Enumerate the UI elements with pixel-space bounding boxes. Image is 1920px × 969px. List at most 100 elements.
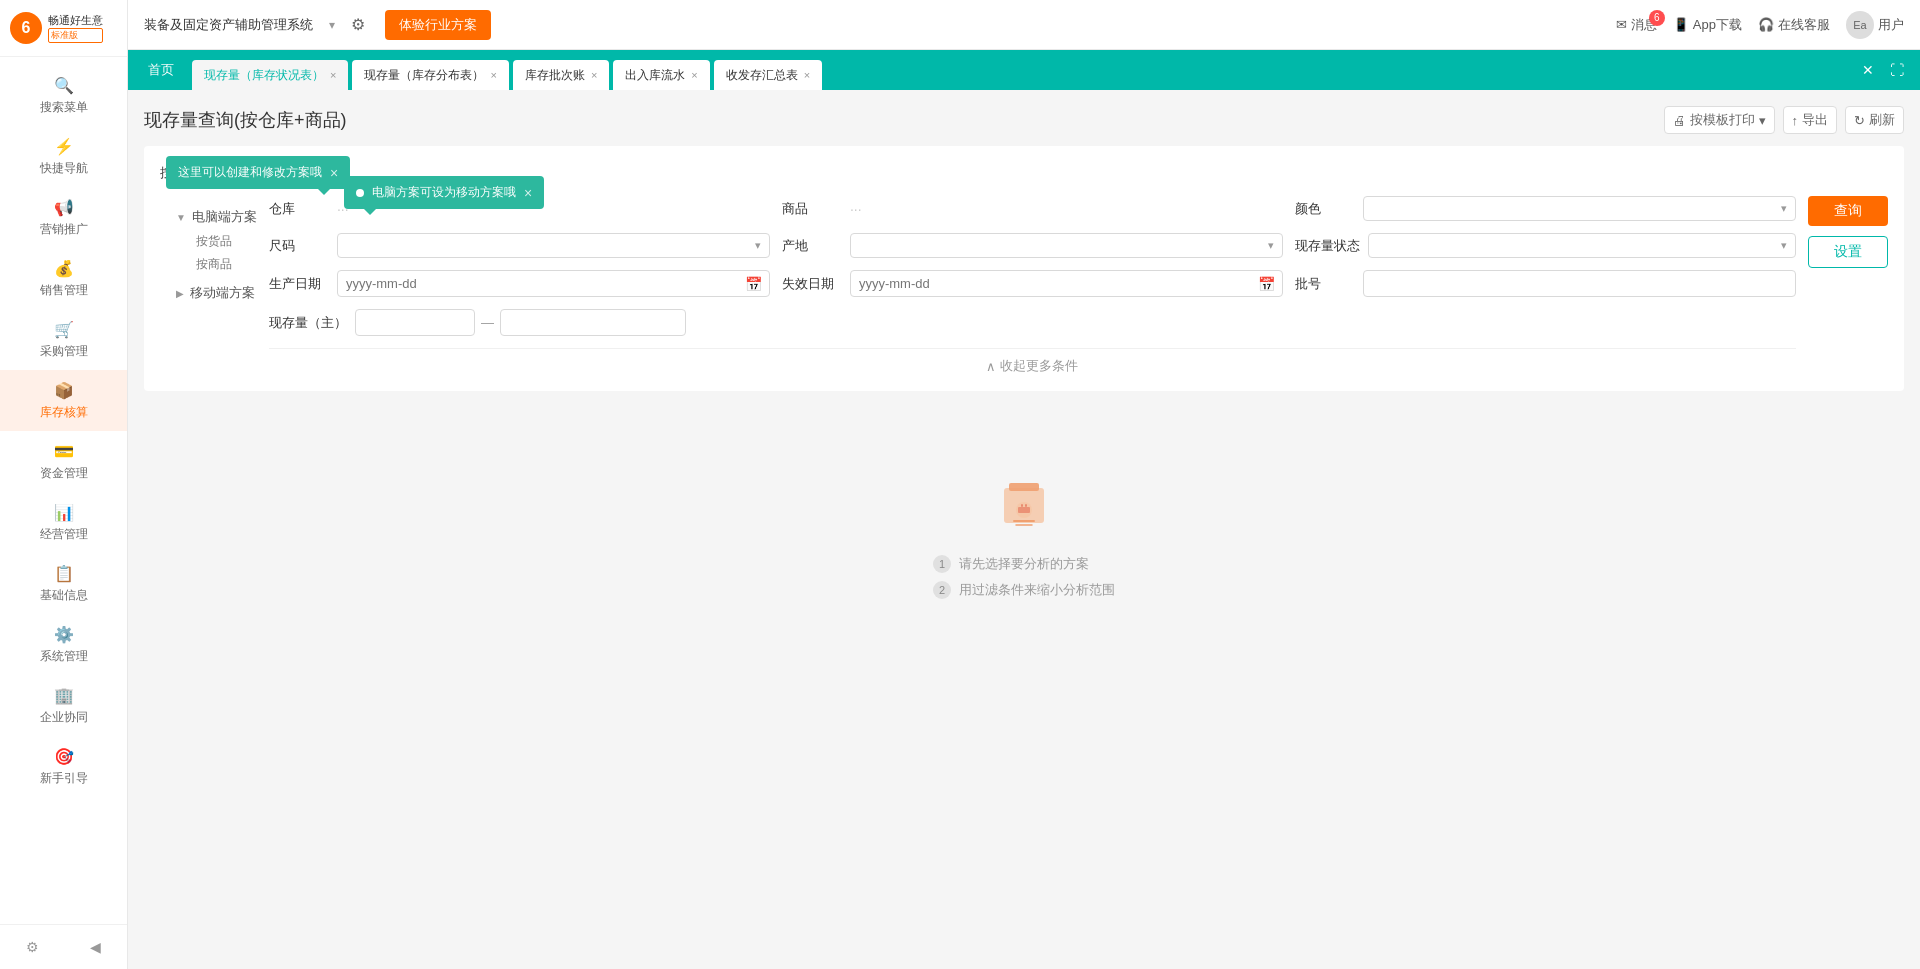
tab-inventory-batch[interactable]: 库存批次账 ×: [513, 60, 609, 90]
online-service-btn[interactable]: 🎧 在线客服: [1758, 16, 1830, 34]
empty-tip-2: 2 用过滤条件来缩小分析范围: [933, 581, 1115, 599]
tooltip-2-close[interactable]: ×: [330, 165, 338, 181]
expand-tabs-icon[interactable]: ⛶: [1886, 58, 1908, 82]
tab-collection-summary-label: 收发存汇总表: [726, 67, 798, 84]
app-download-btn[interactable]: 📱 App下载: [1673, 16, 1742, 34]
expiry-date-input[interactable]: [850, 270, 1283, 297]
tab-home[interactable]: 首页: [132, 50, 190, 90]
print-template-btn[interactable]: 🖨 按模板打印 ▾: [1664, 106, 1775, 134]
pc-scenario-items: 按货品 按商品: [196, 230, 257, 276]
operation-nav-icon: 📊: [54, 502, 74, 522]
finance-nav-label: 资金管理: [40, 465, 88, 482]
inventory-main-to-input[interactable]: [500, 309, 686, 336]
batch-input[interactable]: [1363, 270, 1796, 297]
sidebar-item-inventory[interactable]: 📦 库存核算: [0, 370, 127, 431]
svg-rect-5: [1025, 504, 1027, 507]
svg-rect-1: [1009, 483, 1039, 491]
sidebar-item-quicknav[interactable]: ⚡ 快捷导航: [0, 126, 127, 187]
tab-close-inventory-dist[interactable]: ×: [490, 69, 496, 81]
operation-nav-label: 经营管理: [40, 526, 88, 543]
online-service-label: 在线客服: [1778, 16, 1830, 34]
sidebar-item-sales[interactable]: 💰 销售管理: [0, 248, 127, 309]
tip-num-2: 2: [933, 581, 951, 599]
tab-inventory-dist[interactable]: 现存量（库存分布表） ×: [352, 60, 508, 90]
sidebar-item-purchase[interactable]: 🛒 采购管理: [0, 309, 127, 370]
empty-tips: 1 请先选择要分析的方案 2 用过滤条件来缩小分析范围: [933, 555, 1115, 599]
export-btn[interactable]: ↑ 导出: [1783, 106, 1838, 134]
filter-row-2: 尺码 ▾ 产地 ▾: [269, 233, 1796, 258]
tooltip-1-close[interactable]: ×: [524, 185, 532, 201]
mobile-scenario-group-header[interactable]: ▶ 移动端方案: [176, 280, 257, 306]
svg-rect-3: [1018, 507, 1030, 513]
tab-inventory-status[interactable]: 现存量（库存状况表） ×: [192, 60, 348, 90]
refresh-btn[interactable]: ↻ 刷新: [1845, 106, 1904, 134]
headset-icon: 🎧: [1758, 17, 1774, 32]
inventory-status-select[interactable]: ▾: [1368, 233, 1796, 258]
logo-name: 畅通好生意: [48, 13, 103, 27]
user-avatar-area[interactable]: Ea 用户: [1846, 11, 1904, 39]
tabbar: 首页 现存量（库存状况表） × 现存量（库存分布表） × 库存批次账 × 出入库…: [128, 50, 1920, 90]
settings-icon[interactable]: ⚙: [20, 933, 45, 961]
tab-close-inventory-batch[interactable]: ×: [591, 69, 597, 81]
topbar-settings-icon[interactable]: ⚙: [351, 15, 365, 34]
svg-rect-4: [1021, 504, 1023, 507]
filter-col-color: 颜色 ▾: [1295, 196, 1796, 221]
sidebar: 6 畅通好生意 标准版 🔍 搜索菜单 ⚡ 快捷导航 📢 营销推广 💰 销售管理 …: [0, 0, 128, 969]
scenario-item-2[interactable]: 按商品: [196, 253, 257, 276]
sidebar-item-basic[interactable]: 📋 基础信息: [0, 553, 127, 614]
filter-col-size: 尺码 ▾: [269, 233, 770, 258]
collapse-btn[interactable]: ∧ 收起更多条件: [986, 357, 1078, 375]
pc-scenario-group-header[interactable]: ▼ 电脑端方案: [176, 204, 257, 230]
origin-select[interactable]: ▾: [850, 233, 1283, 258]
tab-close-collection-summary[interactable]: ×: [804, 69, 810, 81]
tab-close-inout-flow[interactable]: ×: [691, 69, 697, 81]
search-nav-label: 搜索菜单: [40, 99, 88, 116]
production-date-calendar-icon[interactable]: 📅: [745, 276, 762, 292]
scenario-list: 这里可以创建和修改方案哦 × ▼ 电脑端方案 按货品 按商品: [176, 196, 257, 363]
pc-group-name: 电脑端方案: [192, 208, 257, 226]
scenario-item-1[interactable]: 按货品: [196, 230, 257, 253]
filter-actions-row: ∧ 收起更多条件: [269, 348, 1796, 375]
tab-collection-summary[interactable]: 收发存汇总表 ×: [714, 60, 822, 90]
tooltip-create-scheme: 这里可以创建和修改方案哦 ×: [166, 156, 350, 189]
inventory-main-field: —: [355, 309, 686, 336]
size-select[interactable]: ▾: [337, 233, 770, 258]
sidebar-item-marketing[interactable]: 📢 营销推广: [0, 187, 127, 248]
tab-inout-flow-label: 出入库流水: [625, 67, 685, 84]
production-date-input[interactable]: [337, 270, 770, 297]
quicknav-nav-label: 快捷导航: [40, 160, 88, 177]
sidebar-nav: 🔍 搜索菜单 ⚡ 快捷导航 📢 营销推广 💰 销售管理 🛒 采购管理 📦 库存核…: [0, 57, 127, 924]
tab-close-inventory-status[interactable]: ×: [330, 69, 336, 81]
inventory-main-from-input[interactable]: [355, 309, 475, 336]
sidebar-item-guide[interactable]: 🎯 新手引导: [0, 736, 127, 797]
close-all-tabs-icon[interactable]: ✕: [1858, 58, 1878, 82]
logo-text-area: 畅通好生意 标准版: [48, 13, 103, 42]
goods-dots[interactable]: ···: [850, 201, 862, 217]
collapse-sidebar-icon[interactable]: ◀: [84, 933, 107, 961]
sidebar-item-company[interactable]: 🏢 企业协同: [0, 675, 127, 736]
empty-illustration: [984, 463, 1064, 543]
tip-num-1: 1: [933, 555, 951, 573]
topbar: 装备及固定资产辅助管理系统 ▾ ⚙ 体验行业方案 ✉ 消息 6 📱 App下载 …: [128, 0, 1920, 50]
app-download-label: App下载: [1693, 16, 1742, 34]
guide-nav-icon: 🎯: [54, 746, 74, 766]
sidebar-item-system[interactable]: ⚙️ 系统管理: [0, 614, 127, 675]
system-nav-icon: ⚙️: [54, 624, 74, 644]
industry-btn[interactable]: 体验行业方案: [385, 10, 491, 40]
sidebar-item-finance[interactable]: 💳 资金管理: [0, 431, 127, 492]
topbar-right: ✉ 消息 6 📱 App下载 🎧 在线客服 Ea 用户: [1616, 11, 1904, 39]
message-icon: ✉: [1616, 17, 1627, 32]
filter-settings-btn[interactable]: 设置: [1808, 236, 1888, 268]
logo-badge: 标准版: [48, 28, 103, 43]
print-icon: 🖨: [1673, 113, 1686, 128]
origin-select-arrow-icon: ▾: [1268, 239, 1274, 252]
color-select[interactable]: ▾: [1363, 196, 1796, 221]
expiry-date-calendar-icon[interactable]: 📅: [1258, 276, 1275, 292]
sidebar-item-operation[interactable]: 📊 经营管理: [0, 492, 127, 553]
message-btn[interactable]: ✉ 消息 6: [1616, 16, 1657, 34]
sidebar-item-search[interactable]: 🔍 搜索菜单: [0, 65, 127, 126]
pc-scenario-group: ▼ 电脑端方案 按货品 按商品: [176, 204, 257, 276]
search-btn[interactable]: 查询: [1808, 196, 1888, 226]
tip-2-text: 用过滤条件来缩小分析范围: [959, 581, 1115, 599]
tab-inout-flow[interactable]: 出入库流水 ×: [613, 60, 709, 90]
